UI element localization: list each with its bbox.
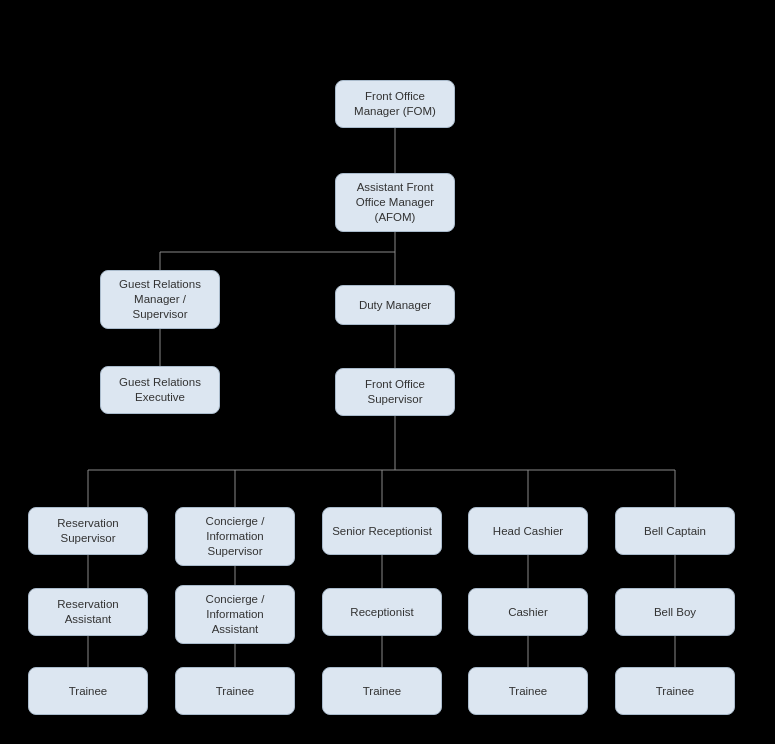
node-fom: Front Office Manager (FOM) <box>335 80 455 128</box>
node-cash: Cashier <box>468 588 588 636</box>
node-train5: Trainee <box>615 667 735 715</box>
node-res_sup: Reservation Supervisor <box>28 507 148 555</box>
org-chart: Front Office Manager (FOM) Assistant Fron… <box>0 0 775 744</box>
node-sr_rec: Senior Receptionist <box>322 507 442 555</box>
node-train4: Trainee <box>468 667 588 715</box>
node-con_asst: Concierge / Information Assistant <box>175 585 295 644</box>
node-gre: Guest Relations Executive <box>100 366 220 414</box>
node-train3: Trainee <box>322 667 442 715</box>
node-rec: Receptionist <box>322 588 442 636</box>
node-grm: Guest Relations Manager / Supervisor <box>100 270 220 329</box>
node-con_sup: Concierge / Information Supervisor <box>175 507 295 566</box>
node-train2: Trainee <box>175 667 295 715</box>
node-fos: Front Office Supervisor <box>335 368 455 416</box>
node-res_asst: Reservation Assistant <box>28 588 148 636</box>
node-hd_cash: Head Cashier <box>468 507 588 555</box>
node-afom: Assistant Front Office Manager (AFOM) <box>335 173 455 232</box>
node-train1: Trainee <box>28 667 148 715</box>
node-bell_boy: Bell Boy <box>615 588 735 636</box>
node-duty: Duty Manager <box>335 285 455 325</box>
node-bell_cap: Bell Captain <box>615 507 735 555</box>
